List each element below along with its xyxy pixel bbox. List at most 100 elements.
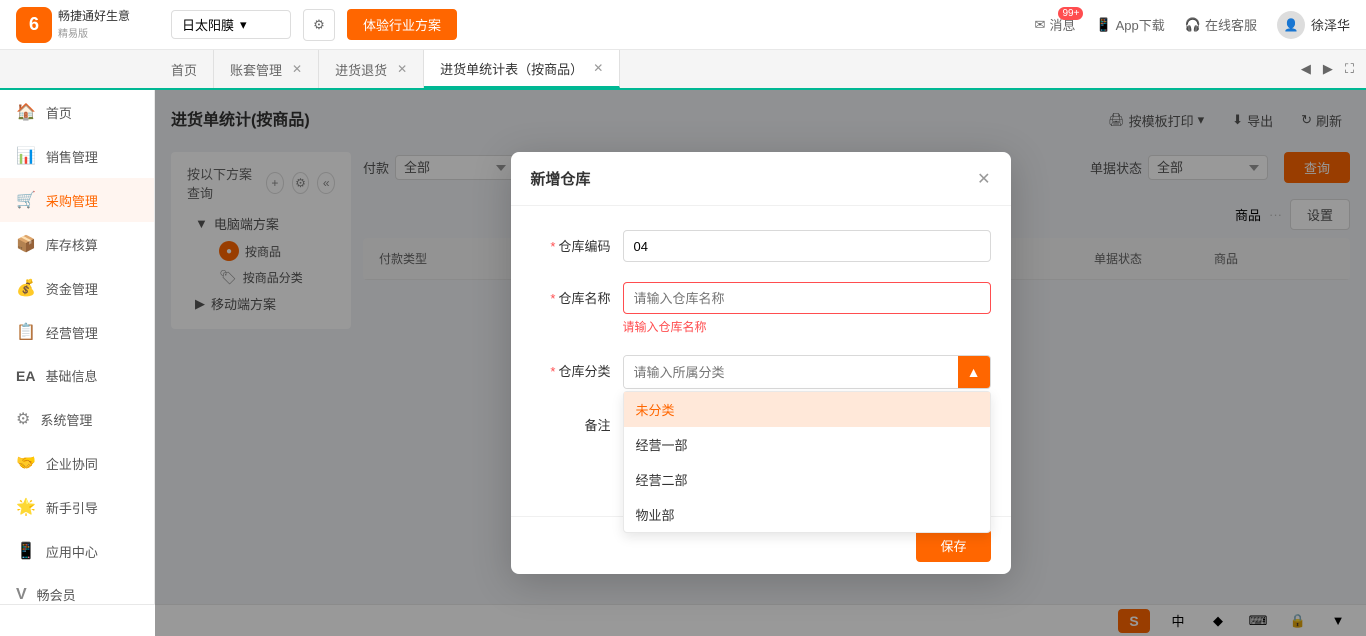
user-name: 徐泽华 [1311, 15, 1350, 34]
sidebar-guide-label: 新手引导 [46, 498, 98, 517]
category-dropdown: 未分类 经营一部 经营二部 物业部 [623, 391, 991, 533]
tab-stats-close[interactable]: ✕ [593, 61, 603, 75]
app-download-button[interactable]: 📱 App下载 [1095, 15, 1164, 34]
code-input[interactable] [623, 230, 991, 262]
tab-controls: ◀ ▶ ⛶ [1289, 50, 1366, 88]
tab-home[interactable]: 首页 [155, 50, 214, 88]
basics-icon: EA [16, 368, 35, 384]
sidebar-finance-label: 资金管理 [46, 279, 98, 298]
category-option-2[interactable]: 经营二部 [624, 462, 990, 497]
sidebar-apps-label: 应用中心 [46, 542, 98, 561]
sidebar-item-collab[interactable]: 🤝 企业协同 [0, 441, 154, 485]
tab-next-button[interactable]: ▶ [1319, 57, 1337, 81]
note-label: 备注 [531, 409, 611, 434]
sidebar-item-basics[interactable]: EA 基础信息 [0, 354, 154, 397]
app-logo-icon: 6 [16, 7, 52, 43]
modal-add-warehouse: 新增仓库 ✕ 仓库编码 仓库名称 [511, 152, 1011, 574]
sidebar-item-inventory[interactable]: 📦 库存核算 [0, 222, 154, 266]
finance-icon: 💰 [16, 278, 36, 298]
tab-return[interactable]: 进货退货 ✕ [319, 50, 424, 88]
user-area[interactable]: 👤 徐泽华 [1277, 11, 1350, 39]
tab-account-label: 账套管理 [230, 60, 282, 79]
tab-home-label: 首页 [171, 60, 197, 79]
trial-button[interactable]: 体验行业方案 [347, 9, 457, 40]
tab-expand-button[interactable]: ⛶ [1341, 57, 1358, 81]
online-service-label: 在线客服 [1205, 15, 1257, 34]
sidebar-item-finance[interactable]: 💰 资金管理 [0, 266, 154, 310]
form-row-category: 仓库分类 ▲ 未分类 经营一部 经营二部 物业部 [531, 355, 991, 389]
form-row-name: 仓库名称 请输入仓库名称 [531, 282, 991, 335]
sidebar-basics-label: 基础信息 [45, 366, 97, 385]
sidebar-item-system[interactable]: ⚙ 系统管理 [0, 397, 154, 441]
tab-stats-label: 进货单统计表（按商品） [440, 59, 583, 78]
main-layout: 🏠 首页 📊 销售管理 🛒 采购管理 📦 库存核算 💰 资金管理 📋 经营管理 … [0, 90, 1366, 636]
sidebar-collab-label: 企业协同 [46, 454, 98, 473]
store-selector[interactable]: 日太阳膜 ▾ [171, 10, 291, 39]
header-middle: 日太阳膜 ▾ ⚙ 体验行业方案 [171, 9, 1035, 41]
code-wrap [623, 230, 991, 262]
category-toggle-button[interactable]: ▲ [958, 356, 990, 388]
app-name: 畅捷通好生意 [58, 9, 130, 25]
tab-bar: 首页 账套管理 ✕ 进货退货 ✕ 进货单统计表（按商品） ✕ ◀ ▶ ⛶ [0, 50, 1366, 90]
name-label: 仓库名称 [531, 282, 611, 307]
tab-account[interactable]: 账套管理 ✕ [214, 50, 319, 88]
sidebar-item-apps[interactable]: 📱 应用中心 [0, 529, 154, 573]
sidebar-vip-label: 畅会员 [37, 585, 76, 604]
sidebar-operations-label: 经营管理 [46, 323, 98, 342]
form-row-code: 仓库编码 [531, 230, 991, 262]
tab-return-label: 进货退货 [335, 60, 387, 79]
store-dropdown-icon: ▾ [240, 17, 247, 33]
sidebar-item-home[interactable]: 🏠 首页 [0, 90, 154, 134]
category-wrap: ▲ 未分类 经营一部 经营二部 物业部 [623, 355, 991, 389]
top-header: 6 畅捷通好生意 精易版 日太阳膜 ▾ ⚙ 体验行业方案 ✉ 消息 99+ 📱 … [0, 0, 1366, 50]
sidebar-home-label: 首页 [46, 103, 72, 122]
sidebar-system-label: 系统管理 [40, 410, 92, 429]
category-option-0[interactable]: 未分类 [624, 392, 990, 427]
settings-button[interactable]: ⚙ [303, 9, 335, 41]
code-label: 仓库编码 [531, 230, 611, 255]
sidebar: 🏠 首页 📊 销售管理 🛒 采购管理 📦 库存核算 💰 资金管理 📋 经营管理 … [0, 90, 155, 636]
modal-body: 仓库编码 仓库名称 请输入仓库名称 [511, 206, 1011, 516]
store-name: 日太阳膜 [182, 15, 234, 34]
user-avatar: 👤 [1277, 11, 1305, 39]
name-input[interactable] [623, 282, 991, 314]
content-area: 进货单统计(按商品) 🖨 按模板打印 ▾ ⬇ 导出 ↻ 刷新 [155, 90, 1366, 636]
modal-overlay: 新增仓库 ✕ 仓库编码 仓库名称 [155, 90, 1366, 636]
sidebar-item-sales[interactable]: 📊 销售管理 [0, 134, 154, 178]
messages-badge: 99+ [1058, 7, 1083, 20]
modal-header: 新增仓库 ✕ [511, 152, 1011, 206]
collab-icon: 🤝 [16, 453, 36, 473]
tab-return-close[interactable]: ✕ [397, 62, 407, 76]
messages-button[interactable]: ✉ 消息 99+ [1035, 15, 1076, 34]
category-option-3[interactable]: 物业部 [624, 497, 990, 532]
headset-icon: 🎧 [1185, 17, 1201, 33]
tab-account-close[interactable]: ✕ [292, 62, 302, 76]
modal-close-button[interactable]: ✕ [977, 169, 990, 189]
mobile-icon: 📱 [1095, 17, 1111, 33]
category-option-1[interactable]: 经营一部 [624, 427, 990, 462]
sidebar-purchase-label: 采购管理 [46, 191, 98, 210]
home-icon: 🏠 [16, 102, 36, 122]
name-error-msg: 请输入仓库名称 [623, 318, 991, 335]
sidebar-item-guide[interactable]: 🌟 新手引导 [0, 485, 154, 529]
sidebar-item-operations[interactable]: 📋 经营管理 [0, 310, 154, 354]
sidebar-item-purchase[interactable]: 🛒 采购管理 [0, 178, 154, 222]
logo-area: 6 畅捷通好生意 精易版 [16, 7, 171, 43]
message-icon: ✉ [1035, 17, 1046, 33]
inventory-icon: 📦 [16, 234, 36, 254]
apps-icon: 📱 [16, 541, 36, 561]
category-label: 仓库分类 [531, 355, 611, 380]
save-button[interactable]: 保存 [916, 529, 990, 562]
tab-stats[interactable]: 进货单统计表（按商品） ✕ [424, 50, 620, 88]
modal-title: 新增仓库 [531, 168, 591, 189]
tab-prev-button[interactable]: ◀ [1297, 57, 1315, 81]
header-right: ✉ 消息 99+ 📱 App下载 🎧 在线客服 👤 徐泽华 [1035, 11, 1350, 39]
app-download-label: App下载 [1116, 15, 1165, 34]
name-wrap: 请输入仓库名称 [623, 282, 991, 335]
vip-icon: V [16, 586, 27, 604]
category-input[interactable] [624, 356, 958, 388]
sidebar-sales-label: 销售管理 [46, 147, 98, 166]
sales-icon: 📊 [16, 146, 36, 166]
purchase-icon: 🛒 [16, 190, 36, 210]
online-service-button[interactable]: 🎧 在线客服 [1185, 15, 1257, 34]
